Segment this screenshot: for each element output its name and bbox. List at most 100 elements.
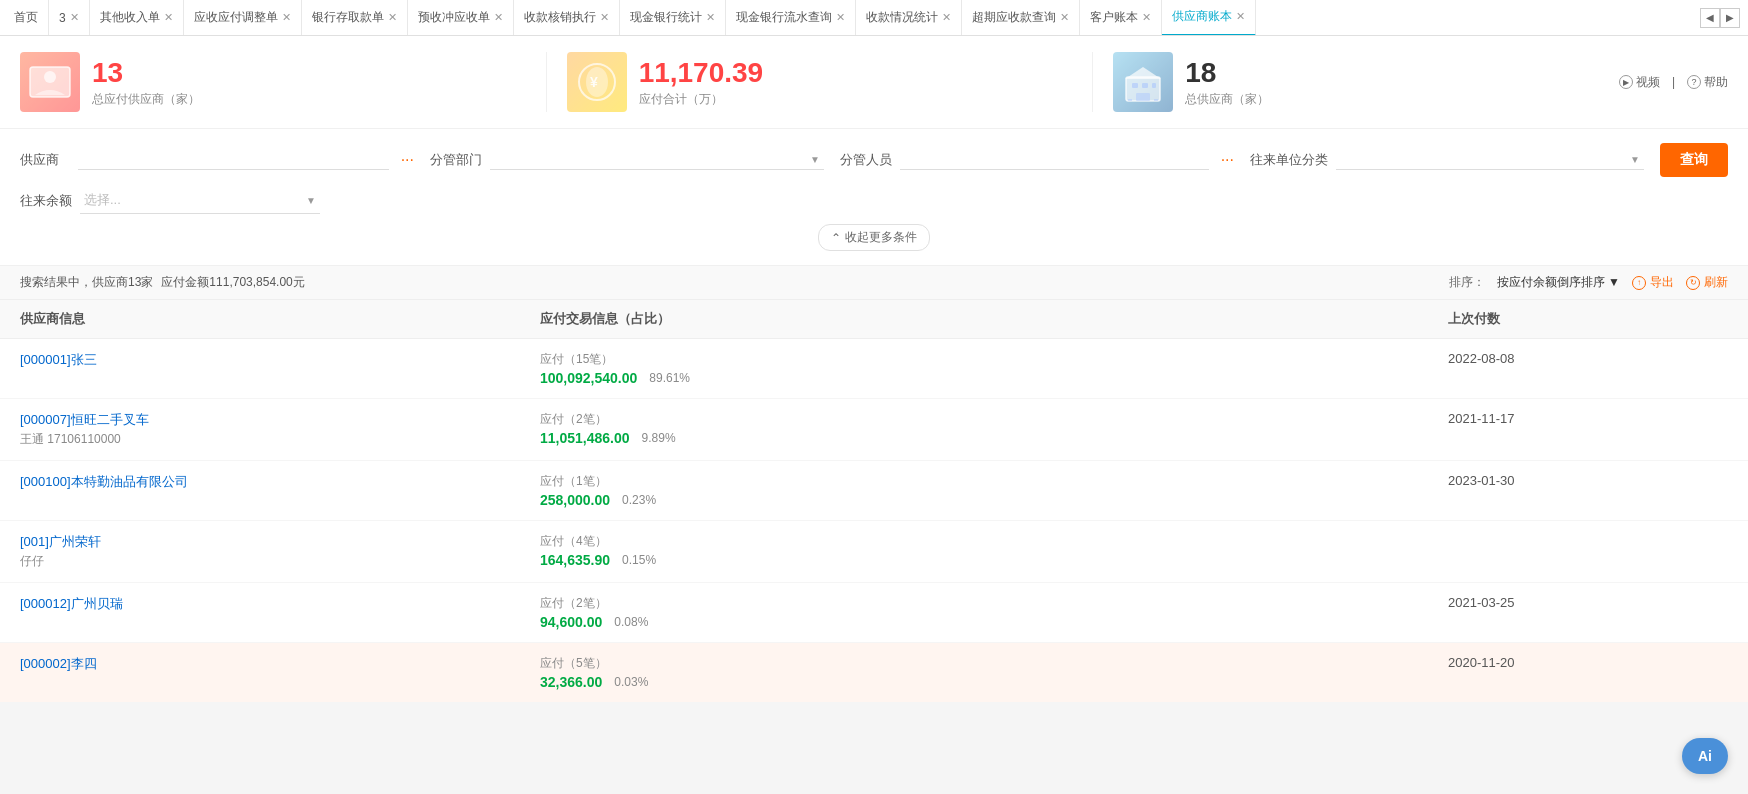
nav-item-cash-flow[interactable]: 现金银行流水查询 ✕: [726, 0, 856, 36]
close-cash-flow-icon[interactable]: ✕: [836, 11, 845, 24]
refresh-button[interactable]: ↻ 刷新: [1686, 274, 1728, 291]
col-header-supplier: 供应商信息: [20, 310, 540, 328]
stat-divider-2: [1092, 52, 1093, 112]
stat-label-payable-suppliers: 总应付供应商（家）: [92, 91, 526, 108]
filter-label-person: 分管人员: [840, 151, 892, 169]
filter-dots-supplier[interactable]: ···: [401, 151, 414, 169]
supplier-link-5[interactable]: [000002]李四: [20, 656, 97, 671]
stats-row: 13 总应付供应商（家） ¥ 11,170.39 应付合计（万）: [0, 36, 1748, 129]
transaction-amount-5[interactable]: 32,366.00: [540, 674, 602, 690]
trans-label-1: 应付（2笔）: [540, 411, 1448, 428]
supplier-info-2: [000100]本特勤油品有限公司: [20, 473, 540, 491]
nav-label-collection-exec: 收款核销执行: [524, 9, 596, 26]
table-row: [001]广州荣轩 仔仔 应付（4笔） 164,635.90 0.15%: [0, 521, 1748, 583]
nav-label-home: 首页: [14, 9, 38, 26]
table-row: [000007]恒旺二手叉车 王通 17106110000 应付（2笔） 11,…: [0, 399, 1748, 461]
nav-right-arrow[interactable]: ▶: [1720, 8, 1740, 28]
filter-item-dept: 分管部门 ▼: [430, 150, 824, 170]
stat-info-1: 13 总应付供应商（家）: [92, 56, 526, 109]
stat-label-total-suppliers: 总供应商（家）: [1185, 91, 1619, 108]
transaction-amount-2[interactable]: 258,000.00: [540, 492, 610, 508]
stat-block-total-suppliers: 18 总供应商（家）: [1113, 52, 1619, 112]
nav-item-supplier-ledger[interactable]: 供应商账本 ✕: [1162, 0, 1256, 36]
supplier-info-4: [000012]广州贝瑞: [20, 595, 540, 613]
help-link[interactable]: 帮助: [1704, 74, 1728, 91]
filter-label-balance: 往来余额: [20, 192, 72, 210]
close-customer-ledger-icon[interactable]: ✕: [1142, 11, 1151, 24]
last-payment-1: 2021-11-17: [1448, 411, 1728, 426]
filter-input-supplier[interactable]: [78, 150, 389, 170]
close-collection-exec-icon[interactable]: ✕: [600, 11, 609, 24]
collapse-button[interactable]: ⌃ 收起更多条件: [818, 224, 930, 251]
filter-item-balance: 往来余额 选择... ▼: [20, 187, 320, 214]
stat-label-payable-total: 应付合计（万）: [639, 91, 1073, 108]
filter-label-category: 往来单位分类: [1250, 151, 1328, 169]
transaction-amount-1[interactable]: 11,051,486.00: [540, 430, 630, 446]
nav-item-pre-ar[interactable]: 预收冲应收单 ✕: [408, 0, 514, 36]
sort-value[interactable]: 按应付余额倒序排序 ▼: [1497, 274, 1620, 291]
nav-left-arrow[interactable]: ◀: [1700, 8, 1720, 28]
nav-item-customer-ledger[interactable]: 客户账本 ✕: [1080, 0, 1162, 36]
nav-item-collection-stat[interactable]: 收款情况统计 ✕: [856, 0, 962, 36]
close-supplier-ledger-icon[interactable]: ✕: [1236, 10, 1245, 23]
close-collection-stat-icon[interactable]: ✕: [942, 11, 951, 24]
video-link[interactable]: 视频: [1636, 74, 1660, 91]
supplier-link-3[interactable]: [001]广州荣轩: [20, 534, 101, 549]
nav-item-other-income[interactable]: 其他收入单 ✕: [90, 0, 184, 36]
nav-label-ar-ap: 应收应付调整单: [194, 9, 278, 26]
table-header: 供应商信息 应付交易信息（占比） 上次付数: [0, 300, 1748, 339]
supplier-contact-1: 王通 17106110000: [20, 431, 540, 448]
nav-item-cash-bank-stat[interactable]: 现金银行统计 ✕: [620, 0, 726, 36]
table-container: 供应商信息 应付交易信息（占比） 上次付数 [000001]张三 应付（15笔）…: [0, 300, 1748, 703]
supplier-link-4[interactable]: [000012]广州贝瑞: [20, 596, 123, 611]
transaction-amount-4[interactable]: 94,600.00: [540, 614, 602, 630]
stat-divider-1: [546, 52, 547, 112]
close-overdue-ar-icon[interactable]: ✕: [1060, 11, 1069, 24]
nav-item-home[interactable]: 首页: [4, 0, 49, 36]
nav-item-overdue-ar[interactable]: 超期应收款查询 ✕: [962, 0, 1080, 36]
filter-select-balance-text: 选择...: [84, 191, 121, 209]
filter-input-person[interactable]: [900, 150, 1209, 170]
close-cash-bank-icon[interactable]: ✕: [706, 11, 715, 24]
result-bar-info: 搜索结果中，供应商13家 应付金额111,703,854.00元: [20, 274, 305, 291]
close-pre-ar-icon[interactable]: ✕: [494, 11, 503, 24]
nav-item-ar-ap-adjust[interactable]: 应收应付调整单 ✕: [184, 0, 302, 36]
filter-dots-person[interactable]: ···: [1221, 151, 1234, 169]
filter-select-balance[interactable]: 选择... ▼: [80, 187, 320, 214]
close-tab-3-icon[interactable]: ✕: [70, 11, 79, 24]
nav-item-bank-deposit[interactable]: 银行存取款单 ✕: [302, 0, 408, 36]
close-other-income-icon[interactable]: ✕: [164, 11, 173, 24]
supplier-link-1[interactable]: [000007]恒旺二手叉车: [20, 412, 149, 427]
filter-row-1: 供应商 ··· 分管部门 ▼ 分管人员 ··· 往来单位分类 ▼ 查询: [20, 143, 1728, 177]
supplier-link-2[interactable]: [000100]本特勤油品有限公司: [20, 474, 188, 489]
stat-block-suppliers-payable: 13 总应付供应商（家）: [20, 52, 526, 112]
stat-icon-2: ¥: [567, 52, 627, 112]
last-payment-5: 2020-11-20: [1448, 655, 1728, 670]
filter-item-supplier: 供应商 ···: [20, 150, 414, 170]
nav-label-collection-stat: 收款情况统计: [866, 9, 938, 26]
nav-item-collection-exec[interactable]: 收款核销执行 ✕: [514, 0, 620, 36]
transaction-amount-3[interactable]: 164,635.90: [540, 552, 610, 568]
help-circle-icon: ?: [1687, 75, 1701, 89]
nav-item-3[interactable]: 3 ✕: [49, 0, 90, 36]
supplier-link-0[interactable]: [000001]张三: [20, 352, 97, 367]
filter-section: 供应商 ··· 分管部门 ▼ 分管人员 ··· 往来单位分类 ▼ 查询: [0, 129, 1748, 266]
export-button[interactable]: ↑ 导出: [1632, 274, 1674, 291]
export-label: 导出: [1650, 274, 1674, 291]
filter-select-category[interactable]: ▼: [1336, 150, 1644, 170]
table-row: [000001]张三 应付（15笔） 100,092,540.00 89.61%…: [0, 339, 1748, 399]
supplier-info-5: [000002]李四: [20, 655, 540, 673]
query-button[interactable]: 查询: [1660, 143, 1728, 177]
transaction-info-2: 应付（1笔） 258,000.00 0.23%: [540, 473, 1448, 508]
close-bank-icon[interactable]: ✕: [388, 11, 397, 24]
close-ar-ap-icon[interactable]: ✕: [282, 11, 291, 24]
transaction-amount-0[interactable]: 100,092,540.00: [540, 370, 637, 386]
result-bar: 搜索结果中，供应商13家 应付金额111,703,854.00元 排序： 按应付…: [0, 266, 1748, 300]
nav-label-cash-flow: 现金银行流水查询: [736, 9, 832, 26]
svg-rect-10: [1128, 99, 1132, 101]
filter-select-dept[interactable]: ▼: [490, 150, 824, 170]
trans-label-5: 应付（5笔）: [540, 655, 1448, 672]
result-bar-actions: 排序： 按应付余额倒序排序 ▼ ↑ 导出 ↻ 刷新: [1449, 274, 1728, 291]
trans-percent-1: 9.89%: [642, 431, 676, 445]
nav-label-supplier-ledger: 供应商账本: [1172, 8, 1232, 25]
